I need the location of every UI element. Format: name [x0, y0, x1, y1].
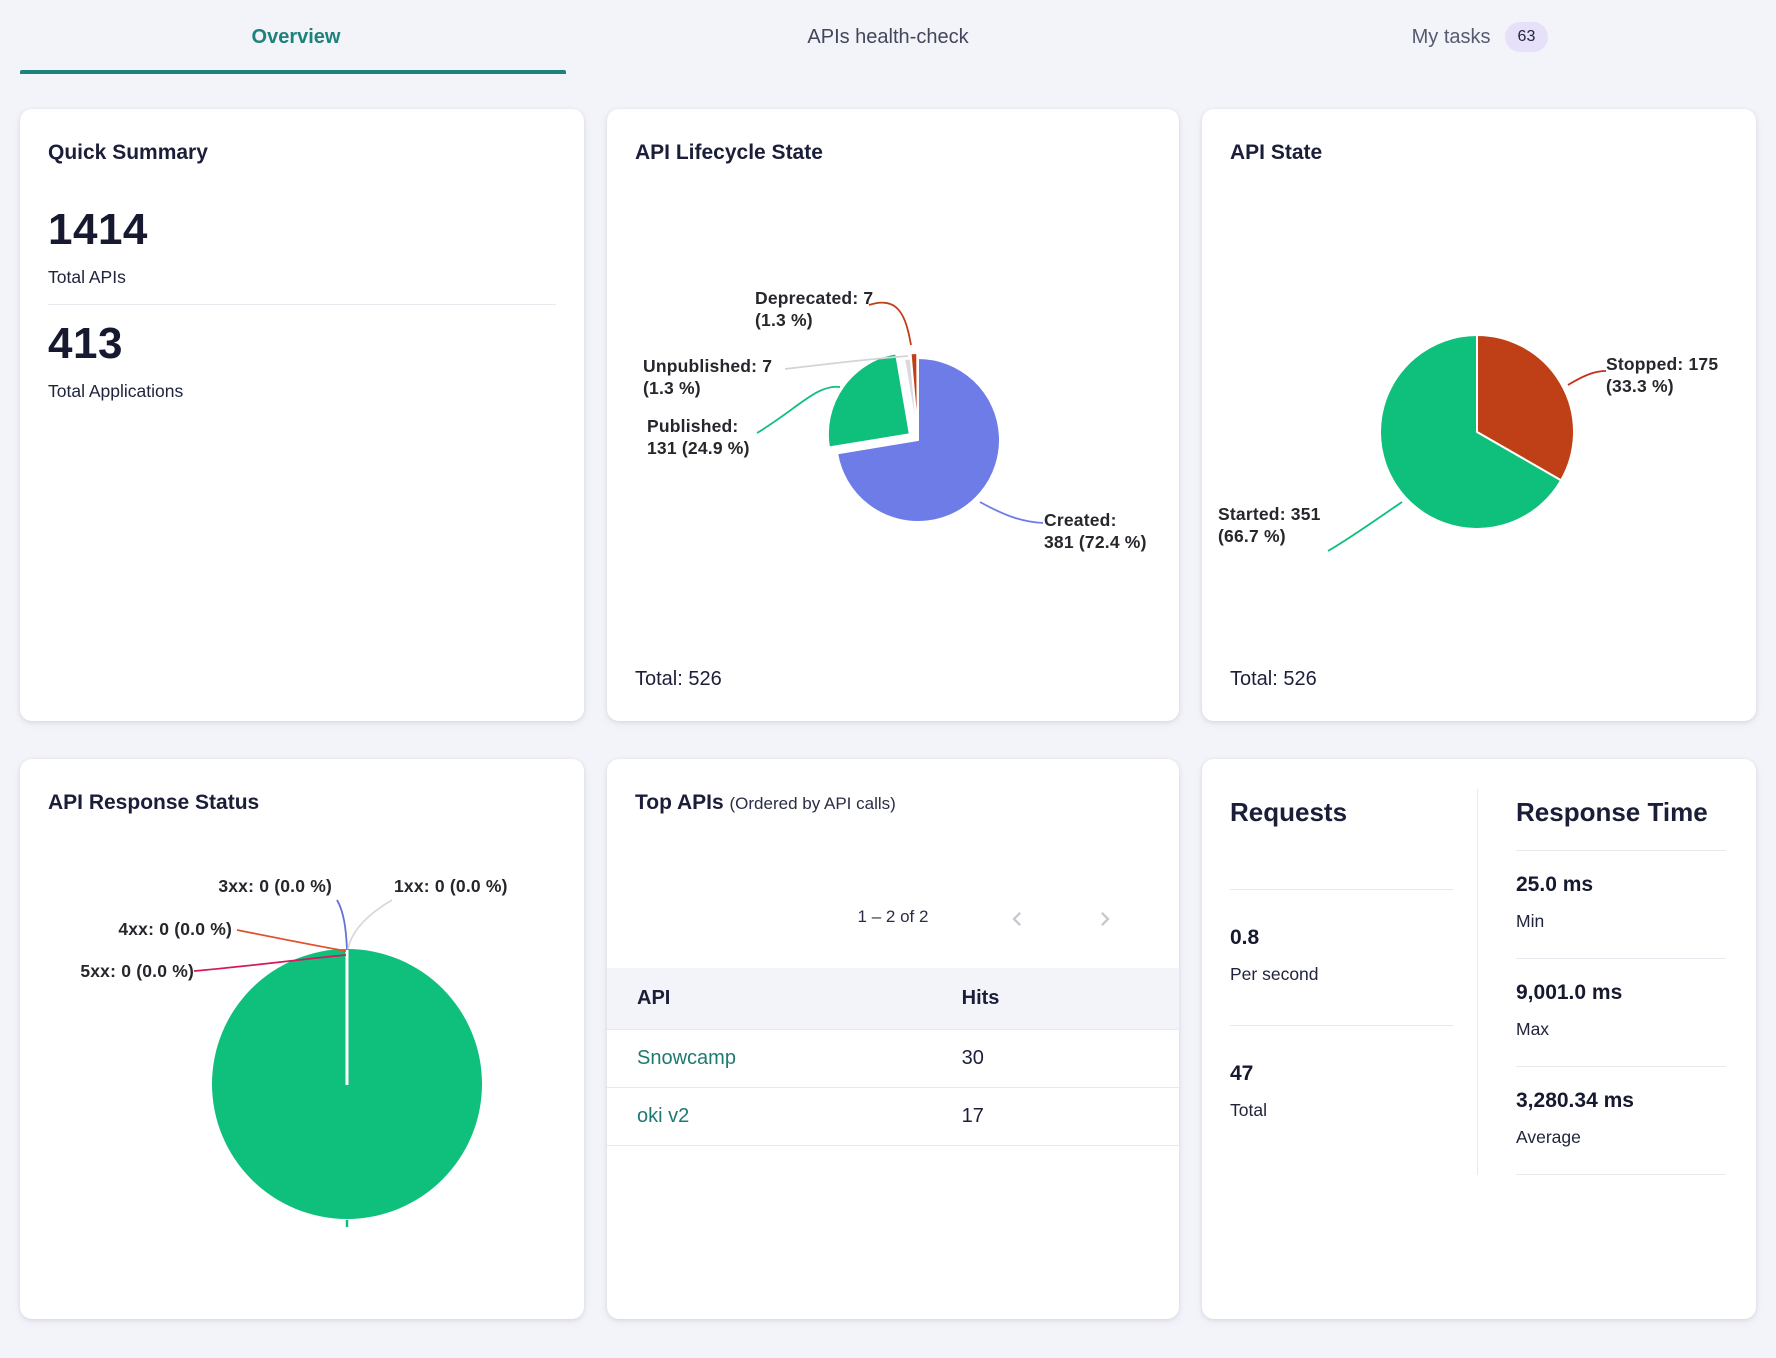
status-1xx-connector-line	[348, 900, 392, 949]
api-link-snowcamp[interactable]: Snowcamp	[637, 1047, 736, 1069]
pie-label-published: Published: 131 (24.9 %)	[647, 415, 759, 460]
top-apis-pagination: 1 – 2 of 2	[607, 899, 1179, 939]
column-header-api: API	[607, 987, 962, 1010]
requests-response-time-card: Requests 0.8 Per second 47 Total Respons…	[1202, 759, 1756, 1319]
requests-column: Requests 0.8 Per second 47 Total	[1230, 789, 1477, 1319]
total-apis-value: 1414	[48, 205, 556, 255]
total-apis-label: Total APIs	[48, 267, 556, 288]
status-4xx-connector-line	[237, 930, 346, 951]
created-connector-line	[980, 502, 1043, 523]
pie-label-created: Created: 381 (72.4 %)	[1044, 509, 1149, 554]
divider	[48, 304, 556, 305]
requests-title: Requests	[1230, 789, 1453, 890]
api-link-oki-v2[interactable]: oki v2	[637, 1105, 689, 1127]
response-status-pie-chart	[20, 759, 584, 1319]
response-time-average-label: Average	[1516, 1127, 1726, 1148]
pagination-next-button[interactable]	[1085, 899, 1125, 939]
pie-label-4xx: 4xx: 0 (0.0 %)	[118, 918, 232, 940]
top-apis-card: Top APIs (Ordered by API calls) 1 – 2 of…	[607, 759, 1179, 1319]
requests-per-second-label: Per second	[1230, 964, 1453, 985]
quick-summary-card: Quick Summary 1414 Total APIs 413 Total …	[20, 109, 584, 721]
lifecycle-chart-area: Deprecated: 7 (1.3 %) Unpublished: 7 (1.…	[607, 109, 1179, 721]
column-header-hits: Hits	[962, 987, 1179, 1010]
response-time-max-stat: 9,001.0 ms Max	[1516, 959, 1726, 1067]
pagination-prev-button[interactable]	[997, 899, 1037, 939]
started-connector-line	[1328, 502, 1402, 551]
api-state-chart-area: Stopped: 175 (33.3 %) Started: 351 (66.7…	[1202, 109, 1756, 721]
response-time-min-label: Min	[1516, 911, 1726, 932]
requests-per-second-stat: 0.8 Per second	[1230, 890, 1453, 1026]
total-applications-label: Total Applications	[48, 381, 556, 402]
pie-label-1xx: 1xx: 0 (0.0 %)	[394, 875, 508, 897]
requests-total-value: 47	[1230, 1062, 1453, 1086]
chevron-right-icon	[1091, 905, 1119, 933]
response-time-max-label: Max	[1516, 1019, 1726, 1040]
pie-label-deprecated: Deprecated: 7 (1.3 %)	[755, 287, 890, 332]
my-tasks-count-badge: 63	[1505, 22, 1549, 52]
api-state-pie-chart	[1202, 109, 1756, 721]
response-time-column: Response Time 25.0 ms Min 9,001.0 ms Max…	[1477, 789, 1756, 1175]
total-applications-value: 413	[48, 319, 556, 369]
table-header-row: API Hits	[607, 968, 1179, 1030]
tab-bar: Overview APIs health-check My tasks 63	[0, 0, 1776, 74]
status-3xx-connector-line	[337, 900, 347, 949]
pie-label-unpublished: Unpublished: 7 (1.3 %)	[643, 355, 783, 400]
tab-apis-health-check[interactable]: APIs health-check	[592, 0, 1184, 74]
pie-label-started: Started: 351 (66.7 %)	[1218, 503, 1330, 548]
api-lifecycle-state-card: API Lifecycle State Deprecated: 7 (1.3 %…	[607, 109, 1179, 721]
dashboard-content: Quick Summary 1414 Total APIs 413 Total …	[20, 109, 1757, 1319]
pie-label-stopped: Stopped: 175 (33.3 %)	[1606, 353, 1726, 398]
requests-per-second-value: 0.8	[1230, 926, 1453, 950]
tab-overview[interactable]: Overview	[0, 0, 592, 74]
stopped-connector-line	[1568, 371, 1606, 385]
hits-value: 30	[962, 1047, 1179, 1070]
tab-apis-health-check-label: APIs health-check	[807, 26, 968, 49]
chevron-left-icon	[1003, 905, 1031, 933]
pie-label-3xx: 3xx: 0 (0.0 %)	[218, 875, 332, 897]
pie-label-5xx: 5xx: 0 (0.0 %)	[80, 960, 194, 982]
tab-overview-label: Overview	[252, 26, 341, 49]
api-state-card: API State Stopped: 175 (33.3 %) Started:…	[1202, 109, 1756, 721]
response-status-chart-area: 3xx: 0 (0.0 %) 1xx: 0 (0.0 %) 4xx: 0 (0.…	[20, 759, 584, 1319]
response-time-average-value: 3,280.34 ms	[1516, 1089, 1726, 1113]
tab-my-tasks-label: My tasks	[1412, 26, 1491, 49]
api-state-total: Total: 526	[1230, 668, 1317, 691]
top-apis-table: API Hits Snowcamp 30 oki v2 17	[607, 968, 1179, 1146]
top-apis-subtitle: (Ordered by API calls)	[730, 794, 896, 813]
table-row: oki v2 17	[607, 1088, 1179, 1146]
api-response-status-card: API Response Status 3xx: 0 (0.0 %) 1xx: …	[20, 759, 584, 1319]
top-apis-title: Top APIs (Ordered by API calls)	[635, 791, 896, 815]
response-time-title: Response Time	[1516, 789, 1726, 851]
lifecycle-total: Total: 526	[635, 668, 722, 691]
hits-value: 17	[962, 1105, 1179, 1128]
quick-summary-title: Quick Summary	[48, 141, 208, 165]
response-time-average-stat: 3,280.34 ms Average	[1516, 1067, 1726, 1175]
response-time-max-value: 9,001.0 ms	[1516, 981, 1726, 1005]
table-row: Snowcamp 30	[607, 1030, 1179, 1088]
requests-total-label: Total	[1230, 1100, 1453, 1121]
response-time-min-value: 25.0 ms	[1516, 873, 1726, 897]
tab-my-tasks[interactable]: My tasks 63	[1184, 0, 1776, 74]
requests-total-stat: 47 Total	[1230, 1026, 1453, 1161]
response-time-min-stat: 25.0 ms Min	[1516, 851, 1726, 959]
